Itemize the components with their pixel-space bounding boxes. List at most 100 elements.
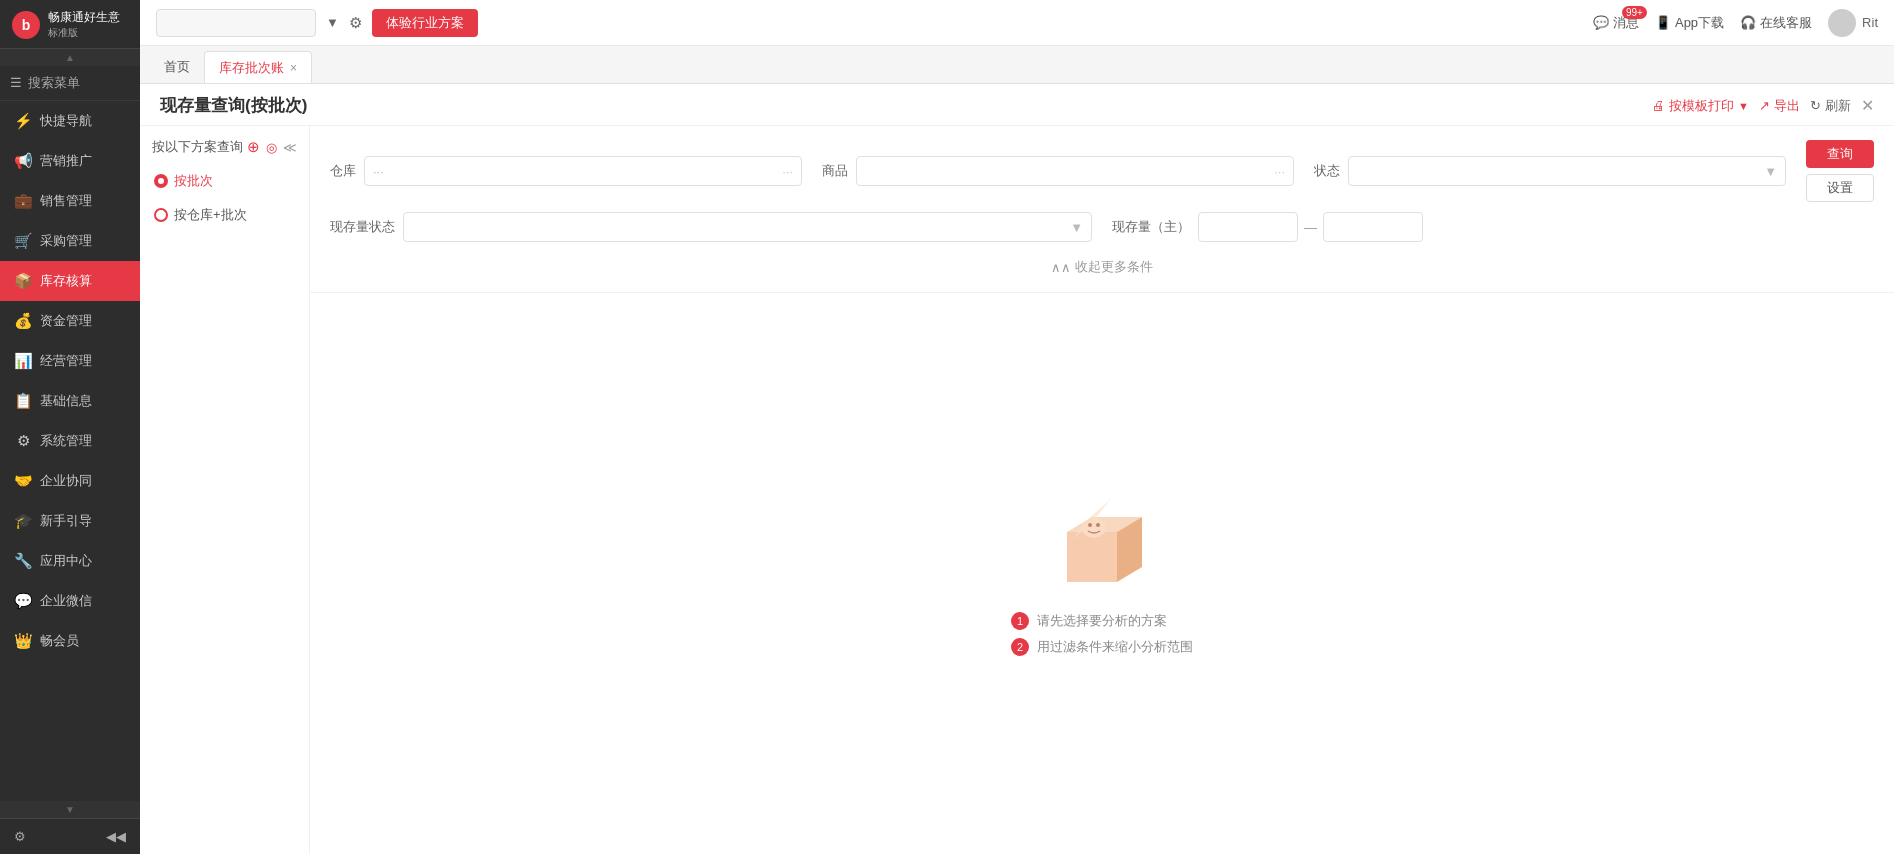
stock-qty-min[interactable] — [1198, 212, 1298, 242]
settings-plan-icon[interactable]: ◎ — [266, 140, 277, 155]
sidebar-item-系统管理[interactable]: ⚙ 系统管理 — [0, 421, 140, 461]
topbar-dropdown-icon[interactable]: ▼ — [326, 15, 339, 30]
filter-row-2: 现存量状态 ▼ 现存量（主） — — [330, 212, 1874, 242]
scroll-down-arrow[interactable]: ▼ — [0, 801, 140, 818]
online-service-btn[interactable]: 🎧 在线客服 — [1740, 14, 1812, 32]
nav-icon-13: 👑 — [14, 632, 32, 650]
sidebar-item-应用中心[interactable]: 🔧应用中心 — [0, 541, 140, 581]
nav-label-8: 系统管理 — [40, 432, 92, 450]
app-logo: b — [12, 11, 40, 39]
empty-step-2: 2 用过滤条件来缩小分析范围 — [1011, 638, 1193, 656]
plan-list: 按批次 按仓库+批次 — [140, 164, 309, 842]
product-input[interactable]: ··· — [856, 156, 1294, 186]
nav-icon-9: 🤝 — [14, 472, 32, 490]
nav-icon-8: ⚙ — [14, 432, 32, 450]
page-close-button[interactable]: ✕ — [1861, 96, 1874, 115]
nav-label-6: 经营管理 — [40, 352, 92, 370]
nav-label-13: 畅会员 — [40, 632, 79, 650]
empty-text: 1 请先选择要分析的方案 2 用过滤条件来缩小分析范围 — [1011, 612, 1193, 656]
user-name: Rit — [1862, 15, 1878, 30]
step-1-num: 1 — [1011, 612, 1029, 630]
sidebar-item-企业微信[interactable]: 💬企业微信 — [0, 581, 140, 621]
export-icon: ↗ — [1759, 98, 1770, 113]
app-download-btn[interactable]: 📱 App下载 — [1655, 14, 1724, 32]
scroll-up-arrow[interactable]: ▲ — [0, 49, 140, 66]
search-icon: ☰ — [10, 75, 22, 90]
add-plan-icon[interactable]: ⊕ — [247, 138, 260, 156]
empty-step-1: 1 请先选择要分析的方案 — [1011, 612, 1193, 630]
topbar-search-input[interactable] — [156, 9, 316, 37]
warehouse-more-icon[interactable]: ··· — [782, 164, 793, 179]
filter-status: 状态 ▼ — [1314, 156, 1786, 186]
step-2-text: 用过滤条件来缩小分析范围 — [1037, 638, 1193, 656]
nav-label-0: 快捷导航 — [40, 112, 92, 130]
service-icon: 🎧 — [1740, 15, 1756, 30]
tab-close-icon[interactable]: × — [290, 61, 297, 75]
export-button[interactable]: ↗ 导出 — [1759, 97, 1800, 115]
status-dropdown-icon: ▼ — [1764, 164, 1777, 179]
tabbar: 首页 库存批次账 × — [140, 46, 1894, 84]
collapse-up-icon: ∧∧ — [1051, 260, 1071, 275]
user-section[interactable]: Rit — [1828, 9, 1878, 37]
topbar-gear-icon[interactable]: ⚙ — [349, 14, 362, 32]
settings-button[interactable]: 设置 — [1806, 174, 1874, 202]
stock-status-select[interactable]: ▼ — [403, 212, 1092, 242]
plan-item-warehouse-batch[interactable]: 按仓库+批次 — [140, 198, 309, 232]
sidebar-item-资金管理[interactable]: 💰资金管理 — [0, 301, 140, 341]
sidebar-item-新手引导[interactable]: 🎓 新手引导 — [0, 501, 140, 541]
page-actions: 🖨 按模板打印 ▼ ↗ 导出 ↻ 刷新 ✕ — [1652, 96, 1874, 115]
sidebar-search[interactable]: ☰ 搜索菜单 — [0, 66, 140, 101]
page-title: 现存量查询(按批次) — [160, 94, 307, 117]
nav-label-12: 企业微信 — [40, 592, 92, 610]
warehouse-label: 仓库 — [330, 162, 356, 180]
nav-label-2: 销售管理 — [40, 192, 92, 210]
warehouse-input[interactable]: ··· ··· — [364, 156, 802, 186]
nav-icon-0: ⚡ — [14, 112, 32, 130]
plan-item-batch[interactable]: 按批次 — [140, 164, 309, 198]
sidebar-item-畅会员[interactable]: 👑 畅会员 — [0, 621, 140, 661]
sidebar-item-快捷导航[interactable]: ⚡ 快捷导航 — [0, 101, 140, 141]
settings-icon[interactable]: ⚙ — [14, 829, 26, 844]
sidebar-item-基础信息[interactable]: 📋基础信息 — [0, 381, 140, 421]
nav-icon-1: 📢 — [14, 152, 32, 170]
collapse-panel-icon[interactable]: ≪ — [283, 140, 297, 155]
stock-status-label: 现存量状态 — [330, 218, 395, 236]
nav-icon-10: 🎓 — [14, 512, 32, 530]
plan-dot-batch — [154, 174, 168, 188]
message-icon: 💬 — [1593, 15, 1609, 30]
collapse-icon[interactable]: ◀◀ — [106, 829, 126, 844]
print-dropdown-icon[interactable]: ▼ — [1738, 100, 1749, 112]
tab-home[interactable]: 首页 — [150, 51, 204, 83]
messages-badge[interactable]: 💬 消息 99+ — [1593, 14, 1639, 32]
sidebar-item-销售管理[interactable]: 💼 销售管理 — [0, 181, 140, 221]
tab-stock-batch[interactable]: 库存批次账 × — [204, 51, 312, 83]
status-label: 状态 — [1314, 162, 1340, 180]
sidebar-item-营销推广[interactable]: 📢营销推广 — [0, 141, 140, 181]
trial-button[interactable]: 体验行业方案 — [372, 9, 478, 37]
topbar-left: ▼ ⚙ 体验行业方案 — [156, 9, 1581, 37]
stock-status-dropdown-icon: ▼ — [1070, 220, 1083, 235]
product-more-icon[interactable]: ··· — [1274, 164, 1285, 179]
panel-header-actions: ⊕ ◎ ≪ — [247, 138, 297, 156]
sidebar-item-经营管理[interactable]: 📊经营管理 — [0, 341, 140, 381]
print-button[interactable]: 🖨 按模板打印 ▼ — [1652, 97, 1749, 115]
user-avatar — [1828, 9, 1856, 37]
sidebar-item-企业协同[interactable]: 🤝企业协同 — [0, 461, 140, 501]
warehouse-placeholder: ··· — [373, 164, 384, 179]
nav-icon-2: 💼 — [14, 192, 32, 210]
sidebar-item-库存核算[interactable]: 📦 库存核算 — [0, 261, 140, 301]
filter-row-1: 仓库 ··· ··· 商品 ··· — [330, 140, 1874, 202]
nav-label-3: 采购管理 — [40, 232, 92, 250]
query-button[interactable]: 查询 — [1806, 140, 1874, 168]
nav-label-4: 库存核算 — [40, 272, 92, 290]
svg-point-5 — [1088, 523, 1092, 527]
sidebar-item-采购管理[interactable]: 🛒采购管理 — [0, 221, 140, 261]
nav-icon-4: 📦 — [14, 272, 32, 290]
filter-warehouse: 仓库 ··· ··· — [330, 156, 802, 186]
status-select[interactable]: ▼ — [1348, 156, 1786, 186]
empty-illustration — [1042, 492, 1162, 592]
nav-label-10: 新手引导 — [40, 512, 92, 530]
stock-qty-max[interactable] — [1323, 212, 1423, 242]
refresh-button[interactable]: ↻ 刷新 — [1810, 97, 1851, 115]
collapse-filters-btn[interactable]: ∧∧ 收起更多条件 — [330, 252, 1874, 282]
